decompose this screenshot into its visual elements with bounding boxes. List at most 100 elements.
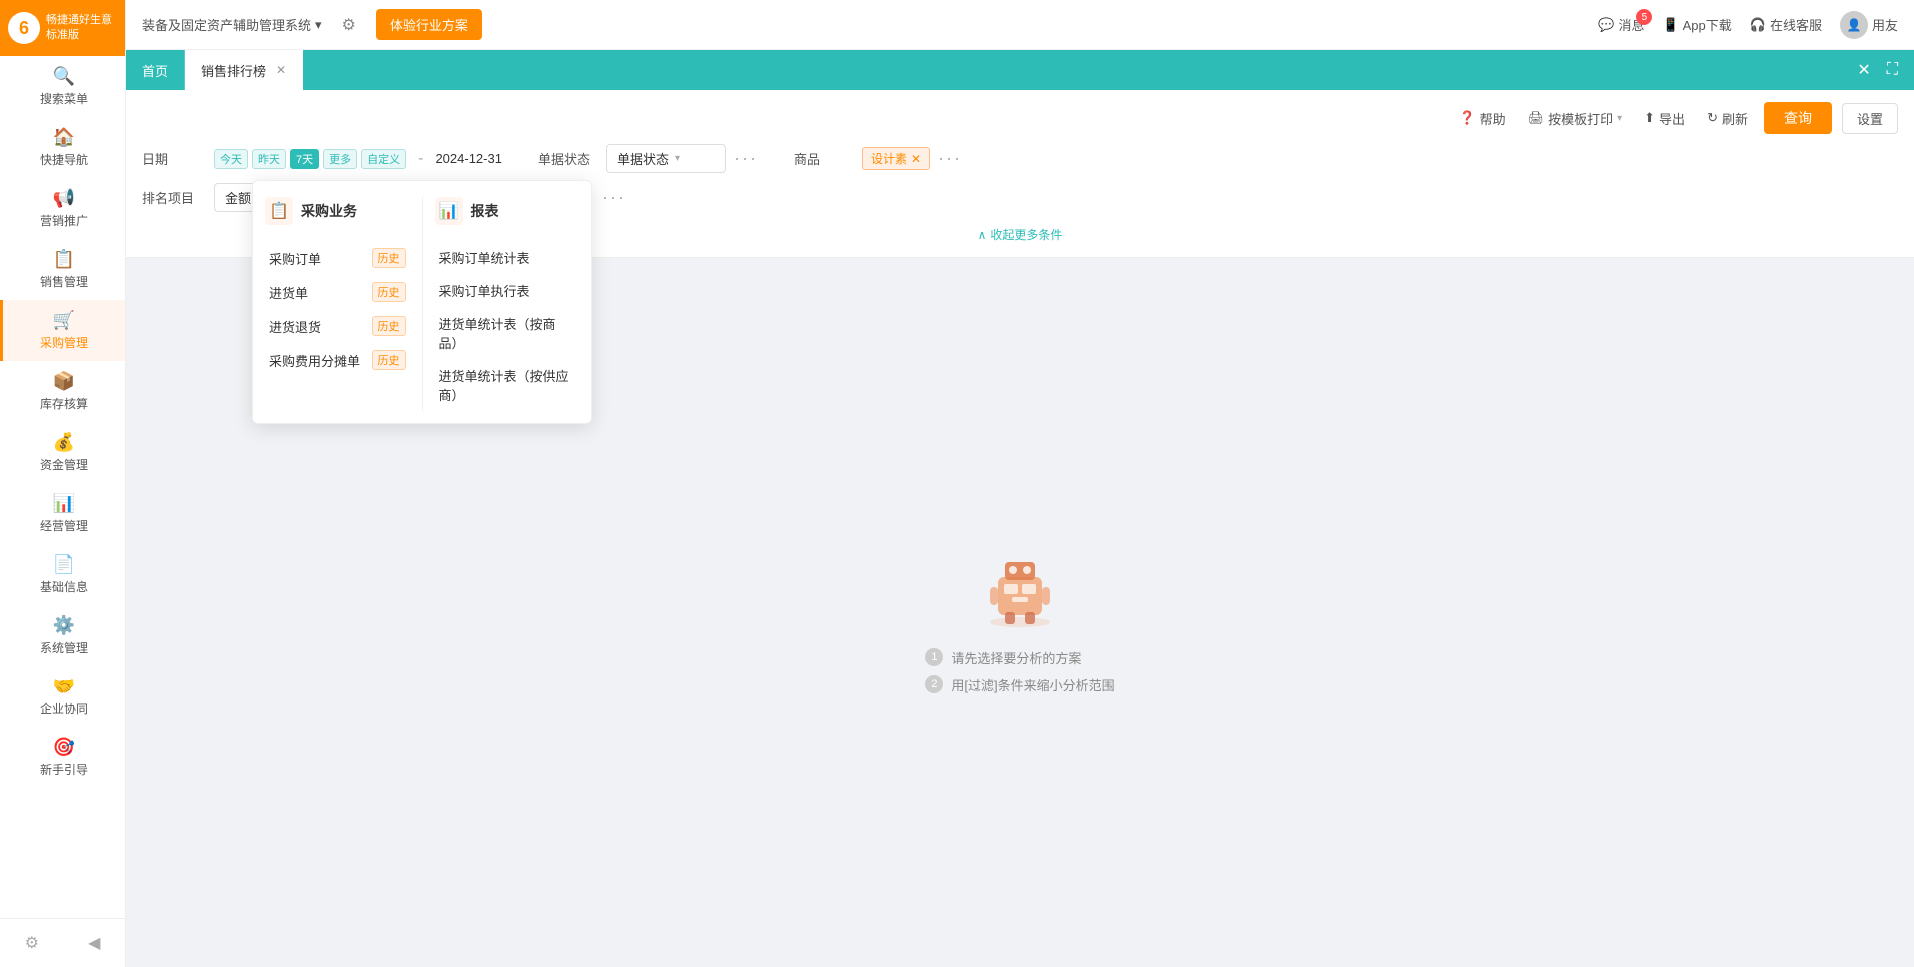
- goods-tag-close-icon[interactable]: ✕: [911, 152, 921, 166]
- sidebar-logo: 6 畅捷通好生意 标准版: [0, 0, 125, 56]
- history-badge-1: 历史: [372, 248, 406, 268]
- sidebar: 6 畅捷通好生意 标准版 🔍 搜索菜单 🏠 快捷导航 📢 营销推广 📋 销售管理…: [0, 0, 126, 967]
- sidebar-icon-basic-info: 📄: [53, 554, 75, 575]
- print-btn[interactable]: 🖨 按模板打印 ▾: [1522, 105, 1629, 132]
- date-tag-more[interactable]: 更多: [323, 149, 357, 169]
- online-service-btn[interactable]: 🎧 在线客服: [1750, 15, 1822, 34]
- empty-hint-1: 1 请先选择要分析的方案: [925, 648, 1114, 667]
- tab-home[interactable]: 首页: [126, 50, 185, 90]
- goods-tag[interactable]: 设计素 ✕: [862, 147, 930, 170]
- status-select[interactable]: 单据状态 ▾: [606, 144, 726, 173]
- dropdown-col-purchase: 📋 采购业务 采购订单 历史 进货单 历史 进货退货 历史 采购费用分摊单: [253, 197, 423, 411]
- status-chevron-icon: ▾: [675, 153, 680, 164]
- menu-item-stock-in-stat-supplier[interactable]: 进货单统计表（按供应商）: [435, 359, 580, 411]
- sidebar-item-marketing[interactable]: 📢 营销推广: [0, 178, 125, 239]
- sidebar-nav: 🔍 搜索菜单 🏠 快捷导航 📢 营销推广 📋 销售管理 🛒 采购管理 📦 库存核…: [0, 56, 125, 918]
- toolbar-actions: ❓ 帮助 🖨 按模板打印 ▾ ⬆ 导出 ↻ 刷新: [1453, 102, 1898, 134]
- sidebar-item-inventory[interactable]: 📦 库存核算: [0, 361, 125, 422]
- help-icon: ❓: [1459, 110, 1475, 126]
- export-icon: ⬆: [1644, 110, 1655, 126]
- settings-button[interactable]: 设置: [1842, 103, 1898, 134]
- tab-sales-rank[interactable]: 销售排行榜 ✕: [185, 50, 303, 90]
- date-separator: -: [418, 150, 423, 168]
- sidebar-label-system: 系统管理: [40, 639, 88, 656]
- dropdown-col-reports: 📊 报表 采购订单统计表 采购订单执行表 进货单统计表（按商品） 进货单统计表（…: [423, 197, 592, 411]
- collapse-btn[interactable]: ∧ 收起更多条件: [978, 226, 1063, 243]
- date-tag-7days[interactable]: 7天: [290, 149, 319, 169]
- purchase-dropdown-menu: 📋 采购业务 采购订单 历史 进货单 历史 进货退货 历史 采购费用分摊单: [252, 180, 592, 424]
- purchase-col-icon: 📋: [265, 197, 293, 225]
- industry-btn[interactable]: 体验行业方案: [376, 9, 482, 40]
- menu-item-purchase-order-exec[interactable]: 采购订单执行表: [435, 274, 580, 307]
- refresh-icon: ↻: [1707, 110, 1718, 126]
- rank-value: 金额: [225, 188, 251, 207]
- tab-sales-rank-label: 销售排行榜: [201, 61, 266, 80]
- sidebar-icon-purchase: 🛒: [53, 310, 75, 331]
- sidebar-label-finance: 资金管理: [40, 456, 88, 473]
- history-badge-2: 历史: [372, 282, 406, 302]
- sidebar-item-purchase[interactable]: 🛒 采购管理: [0, 300, 125, 361]
- sidebar-label-marketing: 营销推广: [40, 212, 88, 229]
- tab-expand-icon[interactable]: ⛶: [1883, 57, 1902, 83]
- sidebar-item-finance[interactable]: 💰 资金管理: [0, 422, 125, 483]
- sidebar-label-newbie: 新手引导: [40, 761, 88, 778]
- sidebar-collapse-btn[interactable]: ◀: [84, 929, 104, 957]
- refresh-btn[interactable]: ↻ 刷新: [1701, 105, 1754, 132]
- status-dots[interactable]: ···: [734, 148, 758, 169]
- help-btn[interactable]: ❓ 帮助: [1453, 105, 1511, 132]
- date-tag-custom[interactable]: 自定义: [361, 149, 406, 169]
- sidebar-label-sales: 销售管理: [40, 273, 88, 290]
- goods-filter: 商品 设计素 ✕ ···: [794, 147, 962, 170]
- goods-dots[interactable]: ···: [938, 148, 962, 169]
- tabbar: 首页 销售排行榜 ✕ ✕ ⛶: [126, 50, 1914, 90]
- hint-num-2: 2: [925, 675, 943, 693]
- sidebar-item-enterprise[interactable]: 🤝 企业协同: [0, 666, 125, 727]
- export-btn[interactable]: ⬆ 导出: [1638, 105, 1691, 132]
- logo-text: 畅捷通好生意 标准版: [46, 13, 112, 44]
- sidebar-item-system[interactable]: ⚙️ 系统管理: [0, 605, 125, 666]
- sidebar-label-quick-nav: 快捷导航: [40, 151, 88, 168]
- topbar-gear-icon[interactable]: ⚙: [342, 15, 356, 35]
- tab-close-window-icon[interactable]: ✕: [1853, 56, 1874, 84]
- sidebar-item-newbie[interactable]: 🎯 新手引导: [0, 727, 125, 788]
- menu-item-stock-return[interactable]: 进货退货 历史: [265, 309, 410, 343]
- system-title-dropdown[interactable]: 装备及固定资产辅助管理系统 ▾: [142, 15, 322, 34]
- menu-item-stock-in-stat-goods[interactable]: 进货单统计表（按商品）: [435, 307, 580, 359]
- customer-dots[interactable]: ···: [602, 187, 626, 208]
- sidebar-icon-sales: 📋: [53, 249, 75, 270]
- topbar: 装备及固定资产辅助管理系统 ▾ ⚙ 体验行业方案 💬 消息 5 📱 App下载 …: [126, 0, 1914, 50]
- messages-btn[interactable]: 💬 消息 5: [1598, 15, 1644, 34]
- user-avatar[interactable]: 👤 用友: [1840, 11, 1898, 39]
- app-download-btn[interactable]: 📱 App下载: [1662, 15, 1731, 34]
- sidebar-label-operations: 经营管理: [40, 517, 88, 534]
- sidebar-settings-btn[interactable]: ⚙: [21, 929, 43, 957]
- empty-illustration: [970, 532, 1070, 632]
- message-icon: 💬: [1598, 17, 1614, 33]
- date-value: 2024-12-31: [435, 151, 502, 166]
- tab-home-label: 首页: [142, 61, 168, 80]
- sidebar-icon-inventory: 📦: [53, 371, 75, 392]
- headset-icon: 🎧: [1750, 17, 1766, 33]
- history-badge-4: 历史: [372, 350, 406, 370]
- sidebar-label-basic-info: 基础信息: [40, 578, 88, 595]
- history-badge-3: 历史: [372, 316, 406, 336]
- menu-item-purchase-order-stat[interactable]: 采购订单统计表: [435, 241, 580, 274]
- sidebar-item-quick-nav[interactable]: 🏠 快捷导航: [0, 117, 125, 178]
- date-tag-today[interactable]: 今天: [214, 149, 248, 169]
- sidebar-item-operations[interactable]: 📊 经营管理: [0, 483, 125, 544]
- menu-item-stock-in[interactable]: 进货单 历史: [265, 275, 410, 309]
- topbar-right: 💬 消息 5 📱 App下载 🎧 在线客服 👤 用友: [1598, 11, 1898, 39]
- date-tag-yesterday[interactable]: 昨天: [252, 149, 286, 169]
- sidebar-item-search[interactable]: 🔍 搜索菜单: [0, 56, 125, 117]
- status-filter: 单据状态 单据状态 ▾ ···: [538, 144, 758, 173]
- status-select-value: 单据状态: [617, 149, 669, 168]
- content-area: ❓ 帮助 🖨 按模板打印 ▾ ⬆ 导出 ↻ 刷新: [126, 90, 1914, 967]
- sidebar-item-basic-info[interactable]: 📄 基础信息: [0, 544, 125, 605]
- menu-item-purchase-order[interactable]: 采购订单 历史: [265, 241, 410, 275]
- sidebar-label-search: 搜索菜单: [40, 90, 88, 107]
- sidebar-item-sales[interactable]: 📋 销售管理: [0, 239, 125, 300]
- empty-hint-2: 2 用[过滤]条件来缩小分析范围: [925, 675, 1114, 694]
- tab-close-icon[interactable]: ✕: [276, 63, 286, 77]
- menu-item-purchase-expense[interactable]: 采购费用分摊单 历史: [265, 343, 410, 377]
- query-button[interactable]: 查询: [1764, 102, 1832, 134]
